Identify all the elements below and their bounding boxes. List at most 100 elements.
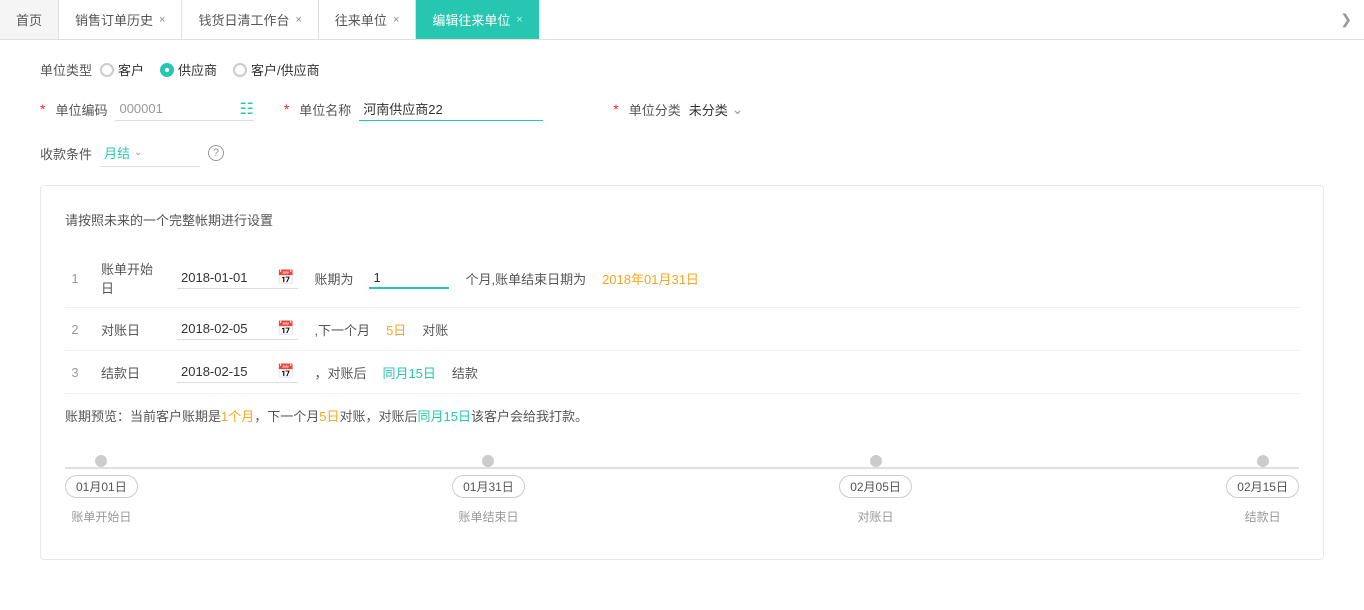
unit-category-label: 单位分类 (629, 100, 681, 119)
payment-terms-row: 收款条件 月结 ⌄ ? (40, 139, 1324, 167)
payment-day-highlight: 同月15日 (382, 363, 435, 382)
unit-code-input[interactable] (115, 97, 235, 120)
preview-highlight1: 1个月 (221, 409, 254, 424)
close-icon[interactable]: × (393, 14, 399, 26)
tab-sales-history-label: 销售订单历史 (75, 10, 153, 29)
calendar-icon-3[interactable]: 📅 (277, 363, 294, 380)
node-label-1: 账单结束日 (458, 508, 518, 525)
unit-name-field: * 单位名称 (284, 97, 543, 121)
preview-section: 账期预览：当前客户账期是1个月，下一个月5日对账，对账后同月15日该客户会给我打… (65, 394, 1299, 425)
close-icon[interactable]: × (516, 14, 522, 26)
row-desc-3-prefix: ，对账后 (314, 363, 366, 382)
required-mark-name: * (284, 101, 289, 117)
node-dot-1 (482, 455, 494, 467)
unit-category-value: 未分类 (689, 100, 728, 119)
radio-both-label: 客户/供应商 (251, 60, 320, 79)
main-content: 单位类型 客户 供应商 客户/供应商 * 单位编码 (0, 40, 1364, 610)
radio-supplier-label: 供应商 (178, 60, 217, 79)
payment-terms-label: 收款条件 (40, 144, 92, 163)
row-desc-2-prefix: ,下一个月 (314, 320, 370, 339)
select-arrow-icon: ⌄ (134, 147, 142, 158)
row-desc-1-suffix: 个月,账单结束日期为 (465, 269, 586, 288)
unit-category-dropdown[interactable]: 未分类 ⌄ (689, 100, 869, 119)
payment-terms-select[interactable]: 月结 ⌄ (100, 139, 200, 167)
preview-prefix: 账期预览：当前客户账期是 (65, 409, 221, 424)
timeline-node-1: 01月31日 账单结束日 (452, 455, 525, 525)
setting-row-2: 2 对账日 📅 ,下一个月 5日 对账 (65, 308, 1299, 351)
tab-expand-button[interactable]: ❯ (1328, 0, 1364, 39)
tab-edit-partner-label: 编辑往来单位 (432, 10, 510, 29)
radio-customer-label: 客户 (118, 60, 144, 79)
settings-panel: 请按照未来的一个完整帐期进行设置 1 账单开始日 📅 账期为 个月,账单结束日期… (40, 185, 1324, 560)
tab-partner-unit[interactable]: 往来单位 × (319, 0, 416, 39)
recon-date-field: 📅 (177, 318, 298, 340)
row-desc-2-suffix: 对账 (422, 320, 448, 339)
node-pill-2: 02月05日 (839, 475, 912, 498)
payment-terms-value: 月结 (104, 143, 130, 162)
timeline-node-2: 02月05日 对账日 (839, 455, 912, 525)
unit-name-input[interactable] (359, 97, 543, 121)
start-date-input[interactable] (181, 270, 271, 285)
node-pill-3: 02月15日 (1226, 475, 1299, 498)
unit-info-row: * 单位编码 ☷ * 单位名称 * 单位分类 未分类 ⌄ (40, 97, 1324, 121)
help-icon[interactable]: ? (208, 145, 224, 161)
start-date-field: 📅 (177, 267, 298, 289)
dropdown-arrow-icon: ⌄ (732, 101, 744, 118)
node-pill-1: 01月31日 (452, 475, 525, 498)
month-input[interactable] (369, 268, 449, 289)
required-mark-cat: * (613, 101, 618, 117)
tab-cash-work[interactable]: 钱货日清工作台 × (182, 0, 318, 39)
row-label-3: 结款日 (101, 363, 161, 382)
preview-highlight2: 5日 (319, 409, 339, 424)
row-desc-3-suffix: 结款 (452, 363, 478, 382)
row-label-2: 对账日 (101, 320, 161, 339)
tab-home[interactable]: 首页 (0, 0, 59, 39)
node-label-0: 账单开始日 (71, 508, 131, 525)
copy-icon[interactable]: ☷ (239, 99, 253, 119)
setting-row-3: 3 结款日 📅 ，对账后 同月15日 结款 (65, 351, 1299, 394)
unit-category-field: * 单位分类 未分类 ⌄ (613, 100, 868, 119)
setting-row-1: 1 账单开始日 📅 账期为 个月,账单结束日期为 2018年01月31日 (65, 249, 1299, 308)
end-date-highlight: 2018年01月31日 (602, 269, 699, 288)
unit-name-label: 单位名称 (299, 100, 351, 119)
radio-customer[interactable]: 客户 (100, 60, 144, 79)
timeline-nodes: 01月01日 账单开始日 01月31日 账单结束日 02月05日 对账日 02月… (65, 455, 1299, 525)
node-label-2: 对账日 (858, 508, 894, 525)
radio-both-circle (233, 63, 247, 77)
required-mark: * (40, 101, 45, 117)
preview-mid2: 对账，对账后 (340, 409, 418, 424)
tab-sales-history[interactable]: 销售订单历史 × (59, 0, 182, 39)
preview-highlight3: 同月15日 (418, 409, 471, 424)
calendar-icon-2[interactable]: 📅 (277, 320, 294, 337)
recon-day-highlight: 5日 (386, 320, 406, 339)
node-label-3: 结款日 (1245, 508, 1281, 525)
unit-code-field: * 单位编码 ☷ (40, 97, 254, 121)
panel-instruction: 请按照未来的一个完整帐期进行设置 (65, 210, 1299, 229)
timeline-node-0: 01月01日 账单开始日 (65, 455, 138, 525)
row-num-2: 2 (65, 322, 85, 337)
radio-supplier[interactable]: 供应商 (160, 60, 217, 79)
node-dot-0 (95, 455, 107, 467)
recon-date-input[interactable] (181, 321, 271, 336)
node-pill-0: 01月01日 (65, 475, 138, 498)
radio-both[interactable]: 客户/供应商 (233, 60, 320, 79)
chevron-right-icon: ❯ (1340, 11, 1352, 28)
close-icon[interactable]: × (159, 14, 165, 26)
node-dot-2 (870, 455, 882, 467)
payment-date-input[interactable] (181, 364, 271, 379)
timeline-node-3: 02月15日 结款日 (1226, 455, 1299, 525)
tab-bar: 首页 销售订单历史 × 钱货日清工作台 × 往来单位 × 编辑往来单位 × ❯ (0, 0, 1364, 40)
calendar-icon-1[interactable]: 📅 (277, 269, 294, 286)
unit-code-label: 单位编码 (55, 100, 107, 119)
payment-date-field: 📅 (177, 361, 298, 383)
tab-partner-unit-label: 往来单位 (335, 10, 387, 29)
payment-terms-field: 收款条件 月结 ⌄ ? (40, 139, 224, 167)
radio-group: 客户 供应商 客户/供应商 (100, 60, 320, 79)
tab-home-label: 首页 (16, 10, 42, 29)
tab-edit-partner[interactable]: 编辑往来单位 × (416, 0, 538, 39)
preview-suffix: 该客户会给我打款。 (471, 409, 588, 424)
radio-customer-circle (100, 63, 114, 77)
timeline: 01月01日 账单开始日 01月31日 账单结束日 02月05日 对账日 02月… (65, 445, 1299, 535)
row-num-3: 3 (65, 365, 85, 380)
close-icon[interactable]: × (295, 14, 301, 26)
